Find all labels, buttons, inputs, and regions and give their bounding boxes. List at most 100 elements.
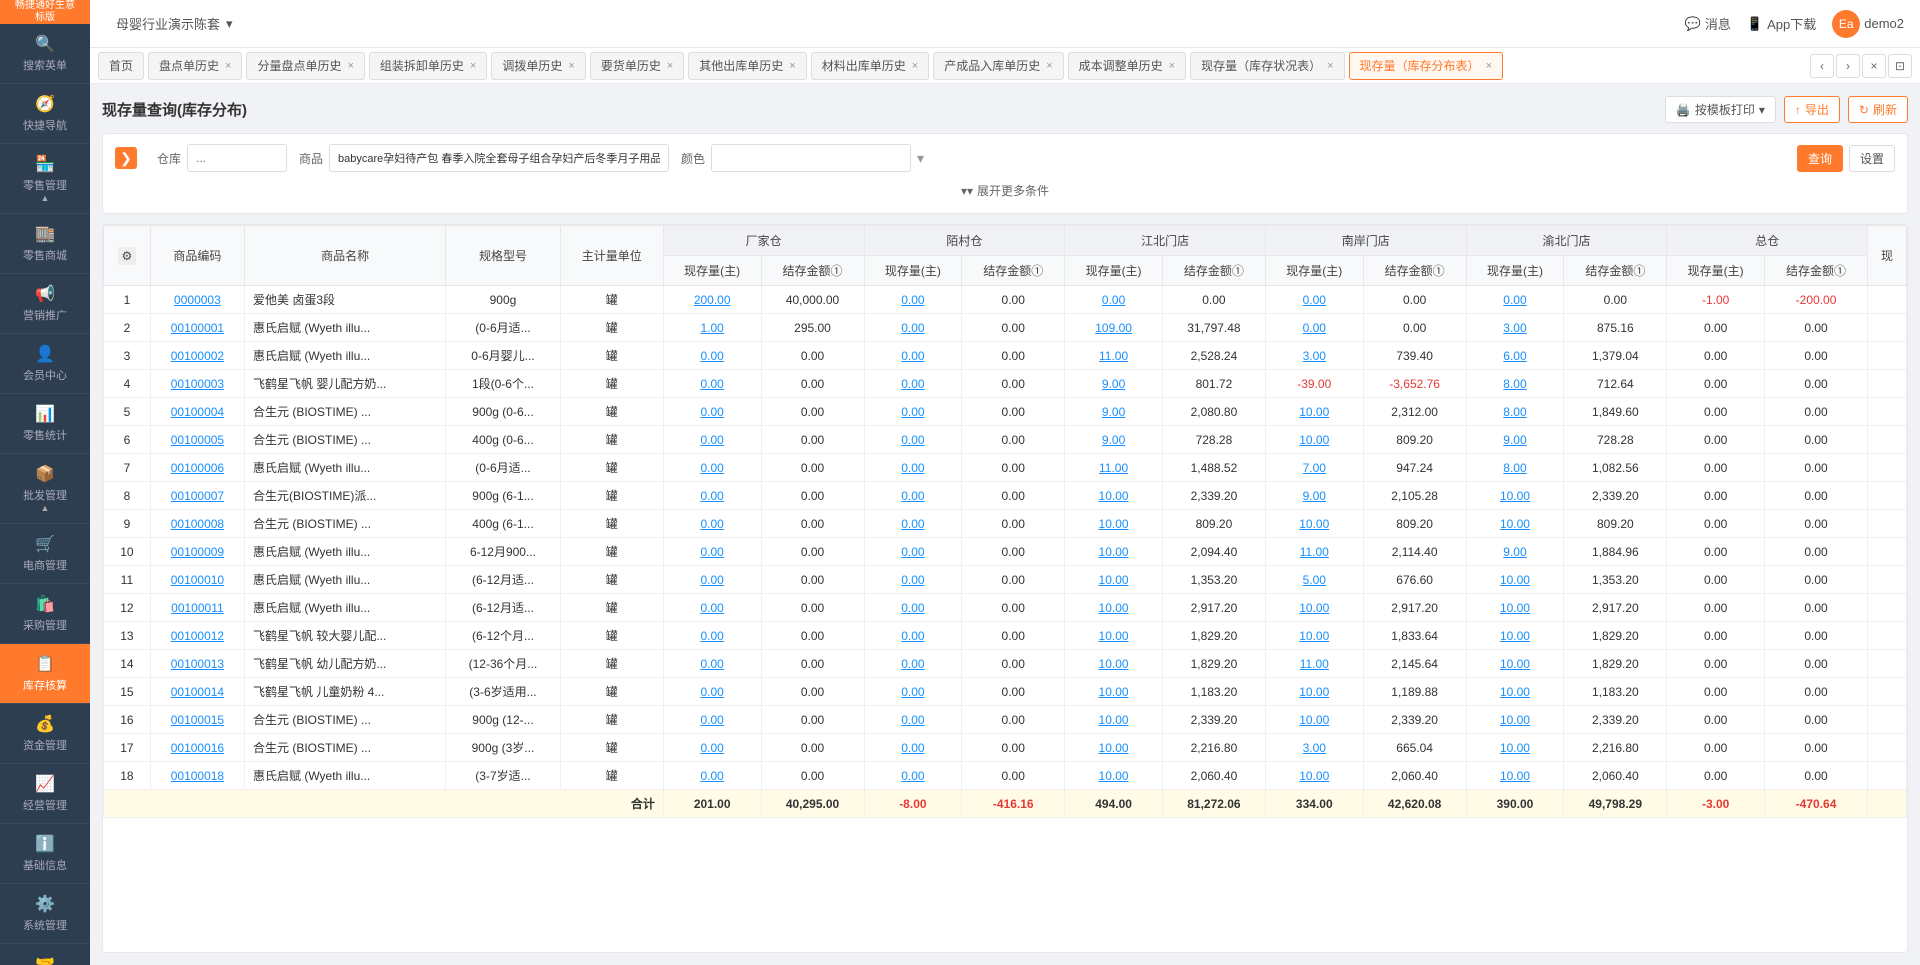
warehouse-input[interactable] [187, 144, 287, 172]
sidebar-item-快捷导航[interactable]: 🧭快捷导航 [0, 84, 90, 144]
yb-qty-link[interactable]: 8.00 [1503, 461, 1526, 475]
goods-input[interactable] [329, 144, 669, 172]
code-link[interactable]: 00100006 [171, 461, 224, 475]
settings-btn[interactable]: 设置 [1849, 145, 1895, 172]
app-download-btn[interactable]: 📱 App下载 [1747, 14, 1816, 33]
cf-qty-link[interactable]: 0.00 [700, 517, 723, 531]
tab-close-icon[interactable]: × [1046, 60, 1052, 72]
code-link[interactable]: 00100018 [171, 769, 224, 783]
code-link[interactable]: 00100005 [171, 433, 224, 447]
tab-现存量（库存分布表）[interactable]: 现存量（库存分布表）× [1349, 52, 1503, 80]
tab-材料出库单历史[interactable]: 材料出库单历史× [811, 52, 929, 80]
tab-expand-btn[interactable]: ⊡ [1888, 54, 1912, 78]
yb-qty-link[interactable]: 8.00 [1503, 405, 1526, 419]
na-qty-link[interactable]: 10.00 [1299, 629, 1329, 643]
cf-qty-link[interactable]: 0.00 [700, 741, 723, 755]
tab-close-icon[interactable]: × [667, 60, 673, 72]
code-link[interactable]: 00100002 [171, 349, 224, 363]
tab-调拨单历史[interactable]: 调拨单历史× [491, 52, 585, 80]
na-qty-link[interactable]: -39.00 [1297, 377, 1331, 391]
tab-组装拆卸单历史[interactable]: 组装拆卸单历史× [369, 52, 487, 80]
yb-qty-link[interactable]: 10.00 [1500, 713, 1530, 727]
yb-qty-link[interactable]: 10.00 [1500, 629, 1530, 643]
jb-qty-link[interactable]: 10.00 [1099, 545, 1129, 559]
jb-qty-link[interactable]: 0.00 [1102, 293, 1125, 307]
export-btn[interactable]: ↑ 导出 [1784, 96, 1840, 123]
jb-qty-link[interactable]: 9.00 [1102, 377, 1125, 391]
code-link[interactable]: 00100008 [171, 517, 224, 531]
na-qty-link[interactable]: 3.00 [1303, 349, 1326, 363]
na-qty-link[interactable]: 3.00 [1303, 741, 1326, 755]
sidebar-item-零售管理[interactable]: 🏪零售管理▲ [0, 144, 90, 214]
na-qty-link[interactable]: 0.00 [1303, 293, 1326, 307]
sidebar-item-营销推广[interactable]: 📢营销推广 [0, 274, 90, 334]
tab-close-icon[interactable]: × [1169, 60, 1175, 72]
tab-close-icon[interactable]: × [789, 60, 795, 72]
sidebar-logo[interactable]: 畅捷通好生意 标版 [0, 0, 90, 24]
tab-现存量（库存状况表）[interactable]: 现存量（库存状况表）× [1190, 52, 1344, 80]
collapse-btn[interactable]: ❯ [115, 147, 137, 169]
sidebar-item-采购管理[interactable]: 🛍️采购管理 [0, 584, 90, 644]
sidebar-item-系统管理[interactable]: ⚙️系统管理 [0, 884, 90, 944]
na-qty-link[interactable]: 10.00 [1299, 433, 1329, 447]
sidebar-item-电商管理[interactable]: 🛒电商管理 [0, 524, 90, 584]
code-link[interactable]: 00100007 [171, 489, 224, 503]
tab-成本调整单历史[interactable]: 成本调整单历史× [1068, 52, 1186, 80]
cf-qty-link[interactable]: 0.00 [700, 685, 723, 699]
mc-qty-link[interactable]: 0.00 [901, 293, 924, 307]
na-qty-link[interactable]: 10.00 [1299, 713, 1329, 727]
cf-qty-link[interactable]: 0.00 [700, 489, 723, 503]
settings-icon[interactable]: ⚙ [118, 247, 136, 265]
jb-qty-link[interactable]: 109.00 [1095, 321, 1132, 335]
message-btn[interactable]: 💬 消息 [1685, 14, 1731, 33]
yb-qty-link[interactable]: 10.00 [1500, 685, 1530, 699]
na-qty-link[interactable]: 11.00 [1300, 545, 1329, 559]
mc-qty-link[interactable]: 0.00 [901, 489, 924, 503]
cf-qty-link[interactable]: 0.00 [700, 405, 723, 419]
tab-next-btn[interactable]: › [1836, 54, 1860, 78]
mc-qty-link[interactable]: 0.00 [901, 741, 924, 755]
jb-qty-link[interactable]: 10.00 [1099, 629, 1129, 643]
tab-close-icon[interactable]: × [470, 60, 476, 72]
col-settings[interactable]: ⚙ [104, 226, 151, 286]
mc-qty-link[interactable]: 0.00 [901, 601, 924, 615]
cf-qty-link[interactable]: 0.00 [700, 573, 723, 587]
code-link[interactable]: 00100013 [171, 657, 224, 671]
jb-qty-link[interactable]: 10.00 [1099, 741, 1129, 755]
mc-qty-link[interactable]: 0.00 [901, 545, 924, 559]
code-link[interactable]: 00100016 [171, 741, 224, 755]
yb-qty-link[interactable]: 10.00 [1500, 741, 1530, 755]
yb-qty-link[interactable]: 0.00 [1503, 293, 1526, 307]
yb-qty-link[interactable]: 9.00 [1503, 545, 1526, 559]
code-link[interactable]: 00100004 [171, 405, 224, 419]
na-qty-link[interactable]: 10.00 [1299, 601, 1329, 615]
cf-qty-link[interactable]: 200.00 [694, 293, 731, 307]
na-qty-link[interactable]: 10.00 [1299, 685, 1329, 699]
mc-qty-link[interactable]: 0.00 [901, 321, 924, 335]
tab-分量盘点单历史[interactable]: 分量盘点单历史× [246, 52, 364, 80]
mc-qty-link[interactable]: 0.00 [901, 377, 924, 391]
cf-qty-link[interactable]: 0.00 [700, 433, 723, 447]
jb-qty-link[interactable]: 9.00 [1102, 433, 1125, 447]
yb-qty-link[interactable]: 10.00 [1500, 489, 1530, 503]
mc-qty-link[interactable]: 0.00 [901, 433, 924, 447]
jb-qty-link[interactable]: 11.00 [1099, 349, 1128, 363]
refresh-btn[interactable]: ↻ 刷新 [1848, 96, 1908, 123]
tab-close-icon[interactable]: × [1486, 60, 1492, 72]
cf-qty-link[interactable]: 0.00 [700, 629, 723, 643]
sidebar-item-企业协同[interactable]: 🤝企业协同 [0, 944, 90, 965]
sidebar-item-基础信息[interactable]: ℹ️基础信息 [0, 824, 90, 884]
yb-qty-link[interactable]: 9.00 [1503, 433, 1526, 447]
jb-qty-link[interactable]: 10.00 [1099, 601, 1129, 615]
tab-要货单历史[interactable]: 要货单历史× [590, 52, 684, 80]
code-link[interactable]: 00100015 [171, 713, 224, 727]
yb-qty-link[interactable]: 10.00 [1500, 657, 1530, 671]
query-btn[interactable]: 查询 [1797, 145, 1843, 172]
code-link[interactable]: 00100009 [171, 545, 224, 559]
mc-qty-link[interactable]: 0.00 [901, 685, 924, 699]
sidebar-item-库存核算[interactable]: 📋库存核算 [0, 644, 90, 704]
cf-qty-link[interactable]: 0.00 [700, 769, 723, 783]
tab-close-icon[interactable]: × [912, 60, 918, 72]
sidebar-item-零售商城[interactable]: 🏬零售商城 [0, 214, 90, 274]
cf-qty-link[interactable]: 0.00 [700, 461, 723, 475]
